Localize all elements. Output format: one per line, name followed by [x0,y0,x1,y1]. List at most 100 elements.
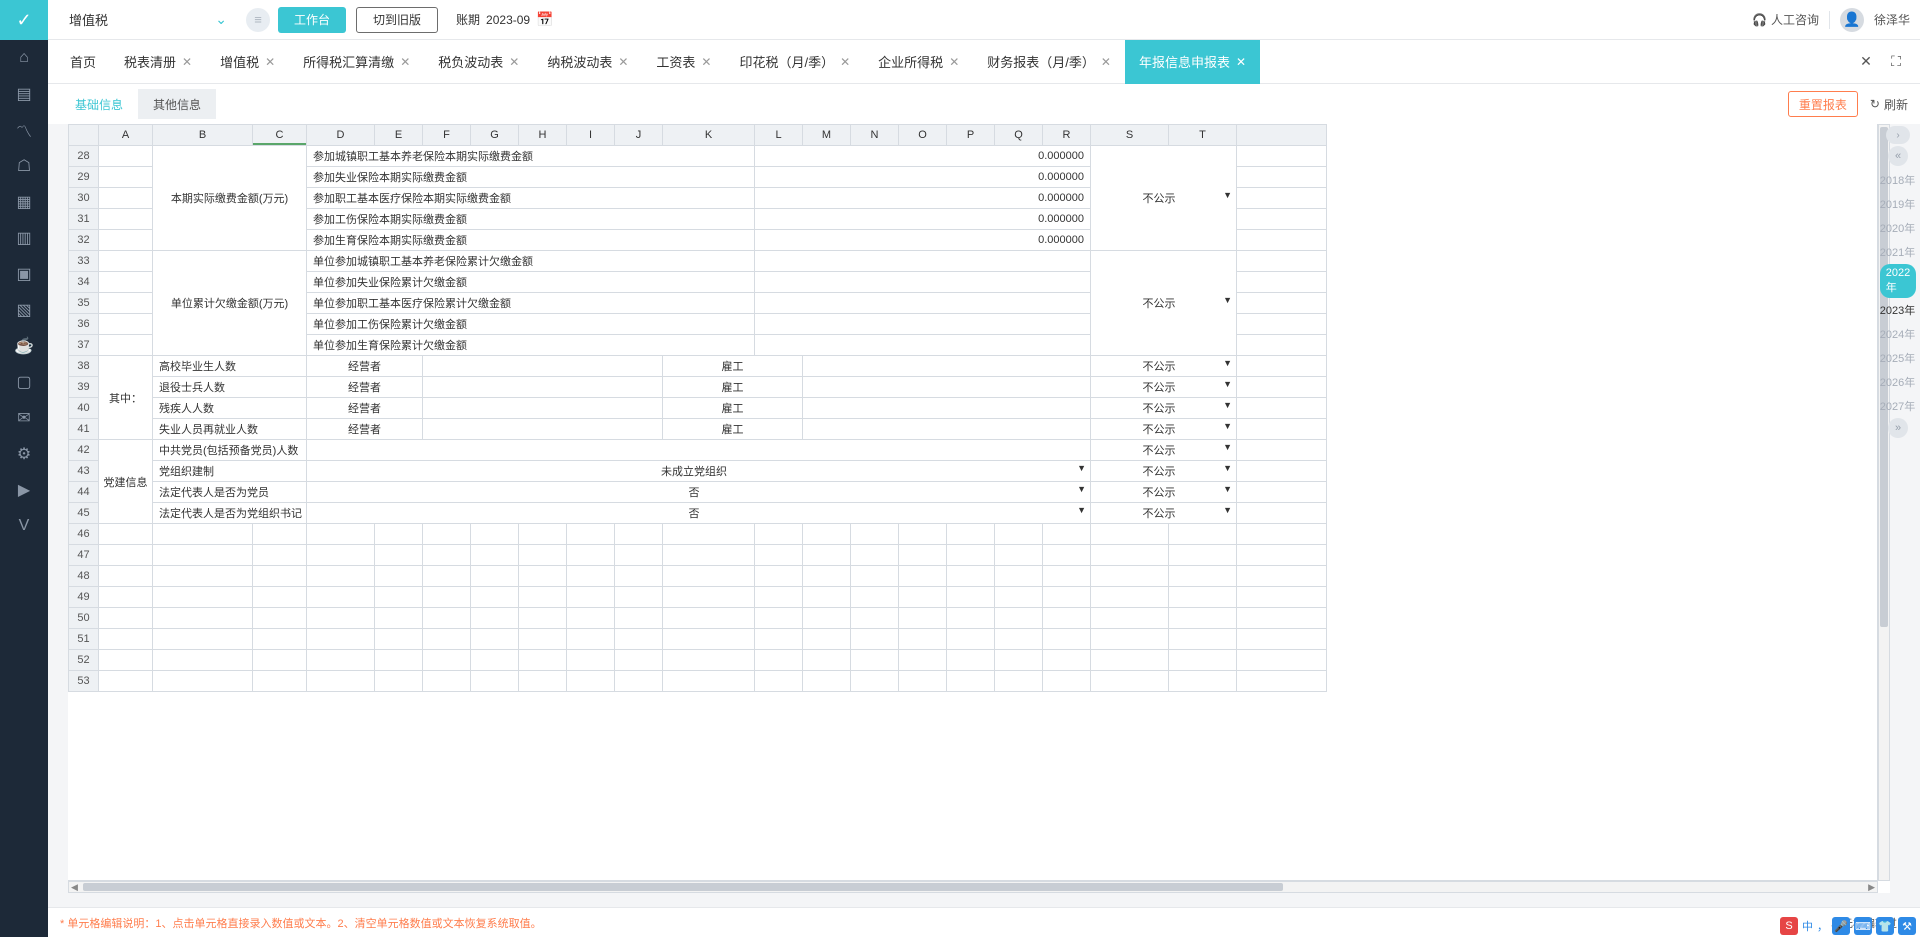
row-header-34[interactable]: 34 [69,272,99,293]
g3-disp-3[interactable]: 不公示▼ [1091,419,1237,440]
nav-clipboard-icon[interactable]: ▦ [0,184,48,220]
year-scroll-down-icon[interactable]: » [1888,418,1908,438]
ime-toolbox-icon[interactable]: ⚒ [1898,917,1916,935]
g4-d2[interactable]: 不公示▼ [1091,461,1237,482]
row-header-37[interactable]: 37 [69,335,99,356]
ime-mic-icon[interactable]: 🎤 [1832,917,1850,935]
col-header-K[interactable]: K [663,125,755,146]
tab-close-icon[interactable]: ✕ [265,55,275,69]
reset-report-button[interactable]: 重置报表 [1788,91,1858,117]
refresh-button[interactable]: ↻刷新 [1870,96,1908,113]
nav-calendar-icon[interactable]: ▧ [0,292,48,328]
g1-val-3[interactable]: 0.000000 [755,209,1091,230]
row-header-36[interactable]: 36 [69,314,99,335]
g4-d4[interactable]: 不公示▼ [1091,503,1237,524]
col-header-B[interactable]: B [153,125,253,146]
col-header-G[interactable]: G [471,125,519,146]
col-header-T[interactable]: T [1169,125,1237,146]
hscroll-left-icon[interactable]: ◀ [71,882,78,893]
row-header-33[interactable]: 33 [69,251,99,272]
row-header-47[interactable]: 47 [69,545,99,566]
ime-zh-icon[interactable]: 中 [1802,918,1813,934]
tab-close-icon[interactable]: ✕ [701,55,711,69]
year-2022年[interactable]: 2022年 [1880,264,1916,298]
subtab-basic[interactable]: 基础信息 [60,89,138,119]
row-header-46[interactable]: 46 [69,524,99,545]
tab-年报信息申报表[interactable]: 年报信息申报表✕ [1125,40,1260,84]
tab-close-icon[interactable]: ✕ [1101,55,1111,69]
hscroll-thumb[interactable] [83,883,1283,891]
col-header-Q[interactable]: Q [995,125,1043,146]
nav-doc-icon[interactable]: ▤ [0,76,48,112]
hscroll-right-icon[interactable]: ▶ [1868,882,1875,893]
row-header-51[interactable]: 51 [69,629,99,650]
row-header-30[interactable]: 30 [69,188,99,209]
row-header-39[interactable]: 39 [69,377,99,398]
nav-home-icon[interactable]: ⌂ [0,40,48,76]
g3-disp-0[interactable]: 不公示▼ [1091,356,1237,377]
row-header-52[interactable]: 52 [69,650,99,671]
col-header-S[interactable]: S [1091,125,1169,146]
tab-纳税波动表[interactable]: 纳税波动表✕ [533,40,642,84]
ime-skin-icon[interactable]: 👕 [1876,917,1894,935]
row-header-38[interactable]: 38 [69,356,99,377]
g2-display[interactable]: 不公示▼ [1091,251,1237,356]
nav-v-icon[interactable]: V [0,508,48,544]
username[interactable]: 徐泽华 [1874,11,1910,28]
tab-close-all-icon[interactable]: ✕ [1856,52,1876,72]
tab-close-icon[interactable]: ✕ [1236,55,1246,69]
tab-税负波动表[interactable]: 税负波动表✕ [424,40,533,84]
row-header-28[interactable]: 28 [69,146,99,167]
col-header-L[interactable]: L [755,125,803,146]
nav-video-icon[interactable]: ▶ [0,472,48,508]
tab-首页[interactable]: 首页 [56,40,110,84]
grid-corner[interactable] [69,125,99,146]
tab-close-icon[interactable]: ✕ [182,55,192,69]
horizontal-scrollbar[interactable]: ◀ ▶ [68,881,1878,893]
g1-val-4[interactable]: 0.000000 [755,230,1091,251]
row-header-42[interactable]: 42 [69,440,99,461]
col-header-J[interactable]: J [615,125,663,146]
g1-val-2[interactable]: 0.000000 [755,188,1091,209]
tab-工资表[interactable]: 工资表✕ [642,40,725,84]
row-header-49[interactable]: 49 [69,587,99,608]
row-header-48[interactable]: 48 [69,566,99,587]
g1-val-1[interactable]: 0.000000 [755,167,1091,188]
spreadsheet[interactable]: ABCDEFGHIJKLMNOPQRST28本期实际缴费金额(万元)参加城镇职工… [68,124,1878,881]
subtab-other[interactable]: 其他信息 [138,89,216,119]
col-header-C[interactable]: C [253,125,307,146]
workbench-button[interactable]: 工作台 [278,7,346,33]
ime-s-icon[interactable]: S [1780,917,1798,935]
col-header-A[interactable]: A [99,125,153,146]
tab-所得税汇算清缴[interactable]: 所得税汇算清缴✕ [289,40,424,84]
row-header-31[interactable]: 31 [69,209,99,230]
row-header-35[interactable]: 35 [69,293,99,314]
nav-export-icon[interactable]: ▢ [0,364,48,400]
g1-display[interactable]: 不公示▼ [1091,146,1237,251]
row-header-32[interactable]: 32 [69,230,99,251]
tab-close-icon[interactable]: ✕ [509,55,519,69]
g4-r2-val[interactable]: 未成立党组织▼ [307,461,1091,482]
row-header-41[interactable]: 41 [69,419,99,440]
tab-close-icon[interactable]: ✕ [840,55,850,69]
tab-税表清册[interactable]: 税表清册✕ [110,40,206,84]
tab-close-icon[interactable]: ✕ [949,55,959,69]
ime-comma-icon[interactable]: ， [1817,918,1828,934]
year-collapse-icon[interactable]: › [1886,126,1910,144]
nav-inbox-icon[interactable]: ✉ [0,400,48,436]
doc-icon[interactable]: ≡ [246,8,270,32]
g3-disp-2[interactable]: 不公示▼ [1091,398,1237,419]
nav-chart-icon[interactable]: 〽 [0,112,48,148]
user-avatar[interactable]: 👤 [1840,8,1864,32]
col-header-F[interactable]: F [423,125,471,146]
g3-disp-1[interactable]: 不公示▼ [1091,377,1237,398]
row-header-45[interactable]: 45 [69,503,99,524]
tax-type-dropdown[interactable]: 增值税 ⌄ [58,6,238,34]
year-scroll-up-icon[interactable]: « [1888,146,1908,166]
col-header-I[interactable]: I [567,125,615,146]
col-header-N[interactable]: N [851,125,899,146]
calendar-icon[interactable]: 📅 [536,11,553,28]
row-header-50[interactable]: 50 [69,608,99,629]
year-2023年[interactable]: 2023年 [1880,298,1916,322]
switch-old-button[interactable]: 切到旧版 [356,7,438,33]
